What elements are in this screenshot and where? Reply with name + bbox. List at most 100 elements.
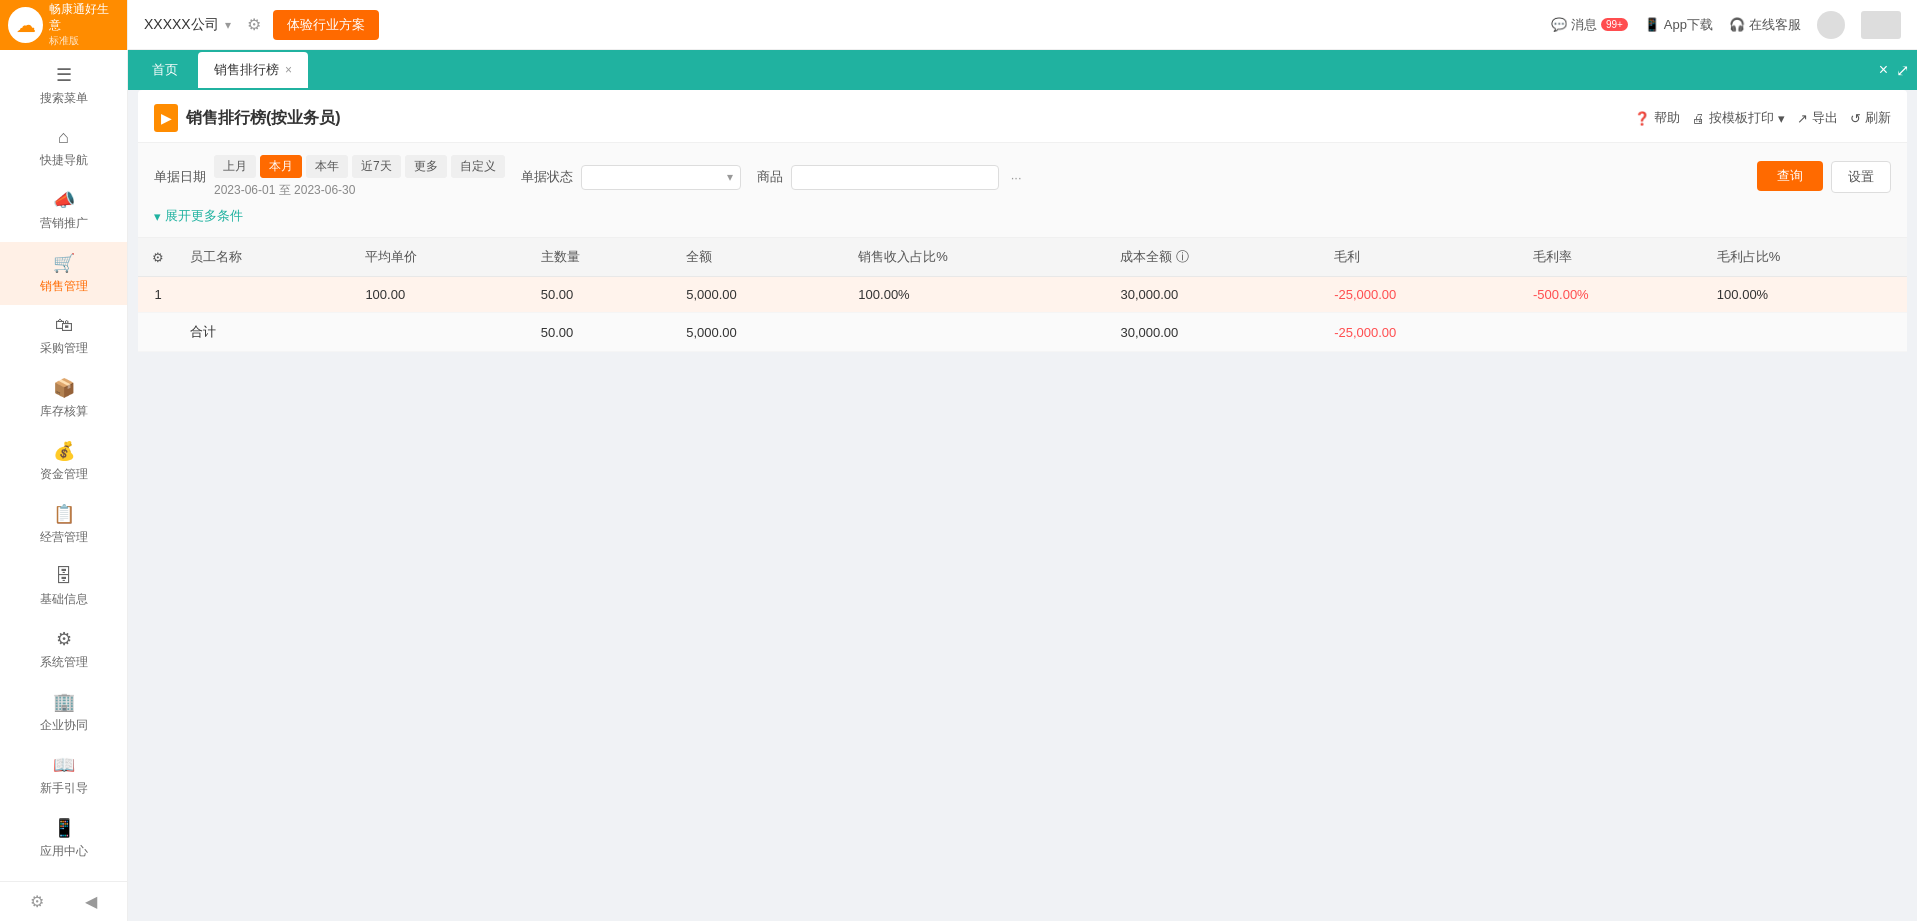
data-table: ⚙ 员工名称 平均单价 主数量 全额 销售收入占比% 成本全额 ⓘ 毛利 毛利率… (138, 238, 1907, 352)
sidebar-footer: ⚙ ◀ (0, 881, 127, 921)
expand-icon: ▾ (154, 209, 161, 224)
avatar[interactable] (1817, 11, 1845, 39)
app-center-icon: 📱 (53, 817, 75, 839)
filter-bar: 单据日期 上月 本月 本年 近7天 更多 自定义 2023-06-01 至 20… (138, 143, 1907, 238)
help-button[interactable]: ❓ 帮助 (1634, 109, 1680, 127)
trial-button[interactable]: 体验行业方案 (273, 10, 379, 40)
sidebar: ☁ 畅康通好生意 标准版 ☰ 搜索菜单 ⌂ 快捷导航 📣 营销推广 🛒 销售管理… (0, 0, 128, 921)
goods-filter-label: 商品 (757, 168, 783, 186)
home-tab-label: 首页 (152, 61, 178, 79)
refresh-icon: ↺ (1850, 111, 1861, 126)
status-select-wrapper (581, 165, 741, 190)
col-profit: 毛利 (1322, 238, 1521, 277)
cell-profit-ratio: 100.00% (1705, 277, 1907, 313)
cell-profit: -25,000.00 (1322, 277, 1521, 313)
finance-icon: 💰 (53, 440, 75, 462)
print-button[interactable]: 🖨 按模板打印 ▾ (1692, 109, 1785, 127)
date-filter-label: 单据日期 (154, 168, 206, 186)
page-header: ▶ 销售排行榜(按业务员) ❓ 帮助 🖨 按模板打印 ▾ ↗ 导出 (138, 90, 1907, 143)
tab-close-icon[interactable]: × (285, 63, 292, 77)
cell-quantity: 50.00 (529, 277, 674, 313)
message-label: 消息 (1571, 16, 1597, 34)
date-btn-this-year[interactable]: 本年 (306, 155, 348, 178)
header-gear-icon[interactable]: ⚙ (247, 15, 261, 34)
sidebar-item-operations[interactable]: 📋 经营管理 (0, 493, 127, 556)
col-cost: 成本全额 ⓘ (1108, 238, 1322, 277)
settings-button[interactable]: 设置 (1831, 161, 1891, 193)
message-button[interactable]: 💬 消息 99+ (1551, 16, 1628, 34)
operations-icon: 📋 (53, 503, 75, 525)
date-btn-last-month[interactable]: 上月 (214, 155, 256, 178)
header: XXXXX公司 ▾ ⚙ 体验行业方案 💬 消息 99+ 📱 App下载 🎧 在线… (128, 0, 1917, 50)
sidebar-item-system[interactable]: ⚙ 系统管理 (0, 618, 127, 681)
cell-avg-price: 100.00 (353, 277, 528, 313)
date-btn-this-month[interactable]: 本月 (260, 155, 302, 178)
sidebar-item-guide[interactable]: 📖 新手引导 (0, 744, 127, 807)
sidebar-item-quick-nav[interactable]: ⌂ 快捷导航 (0, 117, 127, 179)
app-download-button[interactable]: 📱 App下载 (1644, 16, 1713, 34)
help-label: 帮助 (1654, 109, 1680, 127)
sidebar-item-sales[interactable]: 🛒 销售管理 (0, 242, 127, 305)
tab-home[interactable]: 首页 (136, 52, 194, 88)
cell-employee (178, 277, 353, 313)
refresh-button[interactable]: ↺ 刷新 (1850, 109, 1891, 127)
sidebar-label: 资金管理 (40, 466, 88, 483)
cell-rank: 1 (138, 277, 178, 313)
header-right: 💬 消息 99+ 📱 App下载 🎧 在线客服 (1551, 11, 1901, 39)
expand-more-btn[interactable]: ▾ 展开更多条件 (154, 207, 1891, 225)
status-filter-label: 单据状态 (521, 168, 573, 186)
settings-col-icon[interactable]: ⚙ (152, 250, 164, 265)
sidebar-label: 搜索菜单 (40, 90, 88, 107)
user-name (1861, 11, 1901, 39)
online-service-label: 在线客服 (1749, 16, 1801, 34)
sidebar-item-wechat[interactable]: 💬 企业微信 (0, 870, 127, 881)
sidebar-label: 系统管理 (40, 654, 88, 671)
settings-icon[interactable]: ⚙ (30, 892, 44, 911)
company-selector[interactable]: XXXXX公司 ▾ (144, 16, 231, 34)
window-expand-icon[interactable]: ⤢ (1896, 61, 1909, 80)
sidebar-item-app-center[interactable]: 📱 应用中心 (0, 807, 127, 870)
collapse-icon[interactable]: ◀ (85, 892, 97, 911)
cell-amount: 5,000.00 (674, 277, 846, 313)
window-close-icon[interactable]: × (1879, 61, 1888, 80)
tab-sales-ranking[interactable]: 销售排行榜 × (198, 52, 308, 88)
sidebar-item-search-order[interactable]: ☰ 搜索菜单 (0, 54, 127, 117)
export-button[interactable]: ↗ 导出 (1797, 109, 1838, 127)
sidebar-label: 应用中心 (40, 843, 88, 860)
col-employee: 员工名称 (178, 238, 353, 277)
sidebar-logo: ☁ 畅康通好生意 标准版 (0, 0, 127, 50)
help-icon: ❓ (1634, 111, 1650, 126)
footer-label: 合计 (178, 313, 353, 352)
sidebar-item-basic-info[interactable]: 🗄 基础信息 (0, 556, 127, 618)
collapse-filter-btn[interactable]: ▶ (154, 104, 178, 132)
sidebar-item-finance[interactable]: 💰 资金管理 (0, 430, 127, 493)
main-content: ▶ 销售排行榜(按业务员) ❓ 帮助 🖨 按模板打印 ▾ ↗ 导出 (128, 90, 1917, 921)
footer-empty-1 (138, 313, 178, 352)
goods-more-icon[interactable]: ··· (1007, 170, 1026, 185)
tabs-bar: 首页 销售排行榜 × × ⤢ (128, 50, 1917, 90)
col-profit-rate: 毛利率 (1521, 238, 1705, 277)
logo-badge: 标准版 (49, 34, 119, 48)
online-service-button[interactable]: 🎧 在线客服 (1729, 16, 1801, 34)
footer-cost: 30,000.00 (1108, 313, 1322, 352)
date-btn-custom[interactable]: 自定义 (451, 155, 505, 178)
sidebar-item-inventory[interactable]: 📦 库存核算 (0, 367, 127, 430)
sidebar-label: 销售管理 (40, 278, 88, 295)
sidebar-item-enterprise[interactable]: 🏢 企业协同 (0, 681, 127, 744)
sidebar-label: 营销推广 (40, 215, 88, 232)
date-filter: 单据日期 上月 本月 本年 近7天 更多 自定义 2023-06-01 至 20… (154, 155, 505, 199)
query-button[interactable]: 查询 (1757, 161, 1823, 191)
home-icon: ⌂ (58, 127, 69, 148)
status-select[interactable] (581, 165, 741, 190)
col-quantity: 主数量 (529, 238, 674, 277)
sidebar-item-marketing[interactable]: 📣 营销推广 (0, 179, 127, 242)
footer-empty-5 (1705, 313, 1907, 352)
cell-profit-rate: -500.00% (1521, 277, 1705, 313)
sidebar-label: 新手引导 (40, 780, 88, 797)
col-avg-price: 平均单价 (353, 238, 528, 277)
date-btn-7days[interactable]: 近7天 (352, 155, 401, 178)
sidebar-item-purchase[interactable]: 🛍 采购管理 (0, 305, 127, 367)
goods-input[interactable] (791, 165, 999, 190)
date-btn-more[interactable]: 更多 (405, 155, 447, 178)
print-dropdown-icon: ▾ (1778, 111, 1785, 126)
